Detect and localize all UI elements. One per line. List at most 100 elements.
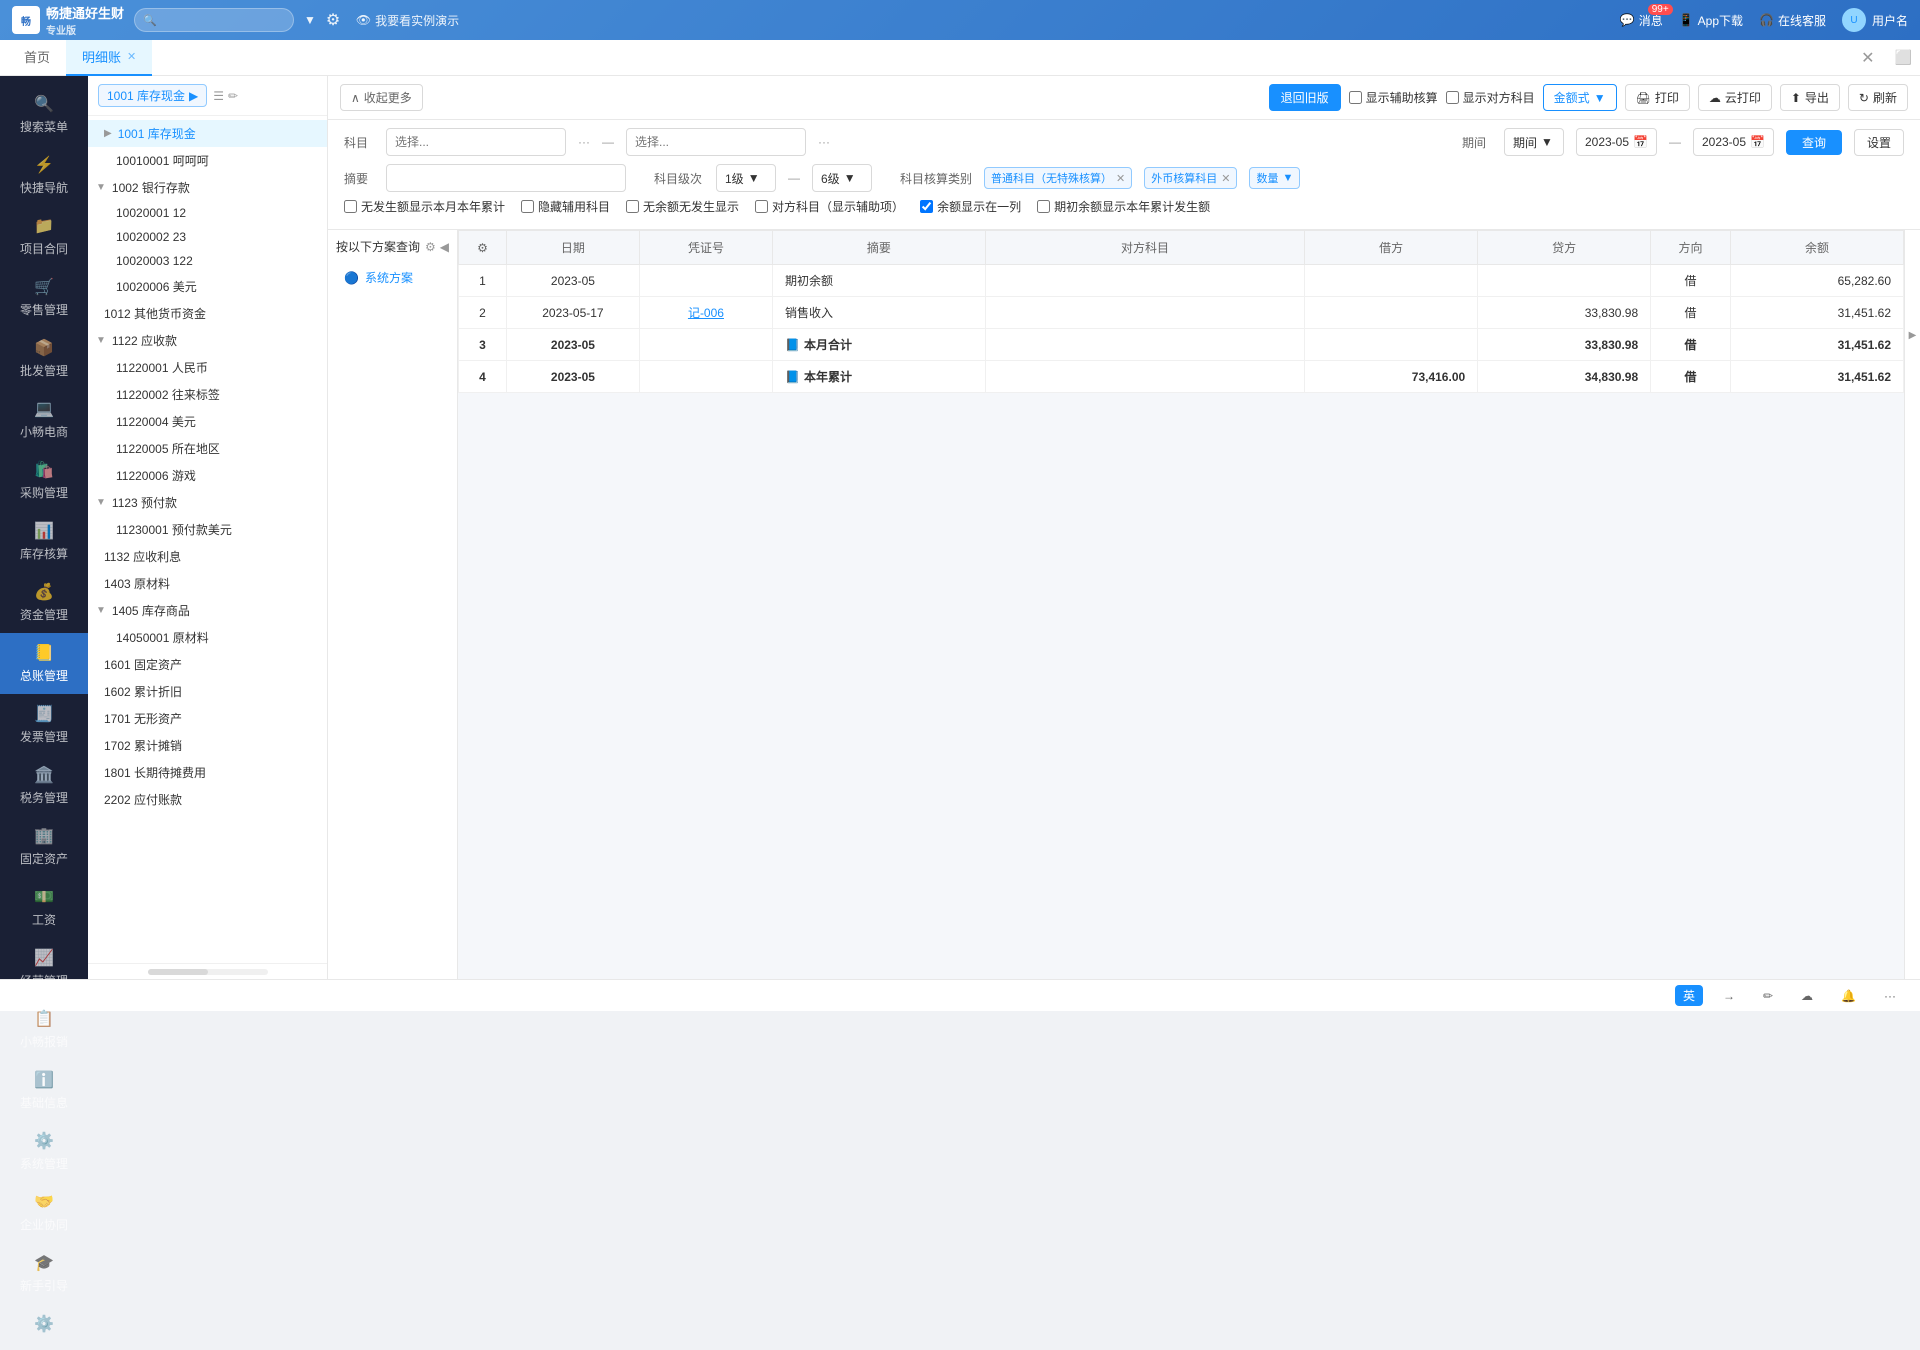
sidebar-item-ecommerce[interactable]: 💻 小畅电商: [0, 389, 88, 450]
level-from-select[interactable]: 1级 ▼: [716, 164, 776, 192]
category-tag-2[interactable]: 外币核算科目 ✕: [1144, 167, 1237, 189]
cloud-print-button[interactable]: ☁ 云打印: [1698, 84, 1772, 111]
tree-item-1002[interactable]: ▼ 1002 银行存款: [88, 174, 327, 201]
tree-item-1403[interactable]: 1403 原材料: [88, 570, 327, 597]
cb-show-contra[interactable]: 对方科目（显示辅助项）: [755, 198, 904, 215]
bottom-more-button[interactable]: ···: [1876, 987, 1904, 1005]
return-old-button[interactable]: 退回旧版: [1269, 84, 1341, 111]
tree-item-14050001[interactable]: 14050001 原材料: [88, 624, 327, 651]
topbar-search-box[interactable]: 🔍: [134, 8, 294, 32]
show-aux-input[interactable]: [1349, 91, 1362, 104]
tree-item-11220001[interactable]: 11220001 人民币: [88, 354, 327, 381]
sidebar-item-settings[interactable]: ⚙️: [0, 1304, 88, 1350]
sidebar-item-retail[interactable]: 🛒 零售管理: [0, 267, 88, 328]
sidebar-item-project[interactable]: 📁 项目合同: [0, 206, 88, 267]
account-tag[interactable]: 1001 库存现金 ▶: [98, 84, 207, 107]
sidebar-item-search[interactable]: 🔍 搜索菜单: [0, 84, 88, 145]
tab-close-icon[interactable]: ✕: [127, 50, 136, 63]
collapse-arrow-icon[interactable]: ▶: [1909, 330, 1917, 341]
cb-hide-aux-input[interactable]: [521, 200, 534, 213]
subject-input-2[interactable]: [626, 128, 806, 156]
tree-item-11220006[interactable]: 11220006 游戏: [88, 462, 327, 489]
query-option-system[interactable]: 🔵 系统方案: [336, 263, 449, 292]
sidebar-item-invoice[interactable]: 🧾 发票管理: [0, 694, 88, 755]
sidebar-item-report[interactable]: 📋 小畅报销: [0, 999, 88, 1060]
category-tag-1-close[interactable]: ✕: [1116, 172, 1125, 185]
show-aux-checkbox[interactable]: 显示辅助核算: [1349, 89, 1438, 106]
tree-item-1801[interactable]: 1801 长期待摊费用: [88, 759, 327, 786]
app-download-button[interactable]: 📱 App下载: [1679, 12, 1743, 29]
cb-period-balance[interactable]: 期初余额显示本年累计发生额: [1037, 198, 1210, 215]
tree-item-1601[interactable]: 1601 固定资产: [88, 651, 327, 678]
cb-balance-one-row-input[interactable]: [920, 200, 933, 213]
tree-item-1012[interactable]: 1012 其他货币资金: [88, 300, 327, 327]
tree-item-10020003[interactable]: 10020003 122: [88, 249, 327, 273]
summary-input[interactable]: [386, 164, 626, 192]
sidebar-item-tax[interactable]: 🏛️ 税务管理: [0, 755, 88, 816]
show-contra-checkbox[interactable]: 显示对方科目: [1446, 89, 1535, 106]
demo-link[interactable]: 👁 我要看实例演示: [356, 12, 459, 29]
tree-item-1122[interactable]: ▼ 1122 应收款: [88, 327, 327, 354]
sidebar-item-purchase[interactable]: 🛍️ 采购管理: [0, 450, 88, 511]
sidebar-item-guide[interactable]: 🎓 新手引导: [0, 1243, 88, 1304]
tree-item-10010001[interactable]: 10010001 呵呵呵: [88, 147, 327, 174]
window-expand-button[interactable]: ⬜: [1887, 49, 1920, 66]
tree-item-1701[interactable]: 1701 无形资产: [88, 705, 327, 732]
tree-item-1132[interactable]: 1132 应收利息: [88, 543, 327, 570]
edit-icon[interactable]: ✏: [228, 89, 238, 103]
sidebar-item-inventory[interactable]: 📊 库存核算: [0, 511, 88, 572]
tree-item-11220002[interactable]: 11220002 往来标签: [88, 381, 327, 408]
print-button[interactable]: 🖨 打印: [1625, 84, 1690, 111]
sidebar-item-capital[interactable]: 💰 资金管理: [0, 572, 88, 633]
cb-no-balance[interactable]: 无余额无发生显示: [626, 198, 739, 215]
tree-item-2202[interactable]: 2202 应付账款: [88, 786, 327, 813]
cb-period-balance-input[interactable]: [1037, 200, 1050, 213]
period-to-input[interactable]: 2023-05 📅: [1693, 128, 1774, 156]
topbar-dropdown[interactable]: ▼: [304, 13, 316, 27]
sidebar-item-operations[interactable]: 📈 经营管理: [0, 938, 88, 999]
tree-item-11220004[interactable]: 11220004 美元: [88, 408, 327, 435]
tree-item-11230001[interactable]: 11230001 预付款美元: [88, 516, 327, 543]
message-button[interactable]: 💬 消息 99+: [1620, 12, 1663, 29]
cb-no-occur-input[interactable]: [344, 200, 357, 213]
expand-more-button[interactable]: ∧ 收起更多: [340, 84, 423, 111]
tab-detail[interactable]: 明细账 ✕: [66, 40, 152, 76]
sidebar-item-wholesale[interactable]: 📦 批发管理: [0, 328, 88, 389]
export-button[interactable]: ⬆ 导出: [1780, 84, 1840, 111]
user-profile[interactable]: U 用户名: [1842, 8, 1908, 32]
category-tag-3[interactable]: 数量 ▼: [1249, 167, 1300, 189]
online-service-button[interactable]: 🎧 在线客服: [1759, 12, 1826, 29]
tab-home[interactable]: 首页: [8, 40, 66, 76]
en-switch-button[interactable]: 英: [1675, 985, 1703, 1006]
cb-balance-one-row[interactable]: 余额显示在一列: [920, 198, 1021, 215]
level-to-select[interactable]: 6级 ▼: [812, 164, 872, 192]
bottom-arrow-button[interactable]: →: [1715, 987, 1743, 1005]
sidebar-item-assets[interactable]: 🏢 固定资产: [0, 816, 88, 877]
tree-item-1001[interactable]: ▶ 1001 库存现金: [88, 120, 327, 147]
sidebar-item-ledger[interactable]: 📒 总账管理: [0, 633, 88, 694]
cb-no-occur[interactable]: 无发生额显示本月本年累计: [344, 198, 505, 215]
category-tag-1[interactable]: 普通科目（无特殊核算） ✕: [984, 167, 1132, 189]
tree-item-1602[interactable]: 1602 累计折旧: [88, 678, 327, 705]
setting-button[interactable]: 设置: [1854, 129, 1904, 156]
sidebar-item-salary[interactable]: 💵 工资: [0, 877, 88, 938]
subject-input[interactable]: [386, 128, 566, 156]
tree-item-1405[interactable]: ▼ 1405 库存商品: [88, 597, 327, 624]
col-settings[interactable]: ⚙: [459, 231, 507, 265]
tree-item-10020002[interactable]: 10020002 23: [88, 225, 327, 249]
sidebar-item-system[interactable]: ⚙️ 系统管理: [0, 1121, 88, 1182]
bottom-edit-button[interactable]: ✏: [1755, 987, 1781, 1005]
tree-item-10020001[interactable]: 10020001 12: [88, 201, 327, 225]
list-view-icon[interactable]: ☰: [213, 89, 224, 103]
currency-style-button[interactable]: 金额式 ▼: [1543, 84, 1617, 111]
gear-icon[interactable]: ⚙: [326, 10, 346, 30]
bottom-bell-button[interactable]: 🔔: [1833, 987, 1864, 1005]
tree-item-1702[interactable]: 1702 累计摊销: [88, 732, 327, 759]
cb-hide-aux[interactable]: 隐藏辅用科目: [521, 198, 610, 215]
show-contra-input[interactable]: [1446, 91, 1459, 104]
sidebar-item-cooperation[interactable]: 🤝 企业协同: [0, 1182, 88, 1243]
tree-item-10020006[interactable]: 10020006 美元: [88, 273, 327, 300]
tree-item-11220005[interactable]: 11220005 所在地区: [88, 435, 327, 462]
right-collapse-panel[interactable]: ▶: [1904, 230, 1920, 979]
sidebar-item-basic[interactable]: ℹ️ 基础信息: [0, 1060, 88, 1121]
